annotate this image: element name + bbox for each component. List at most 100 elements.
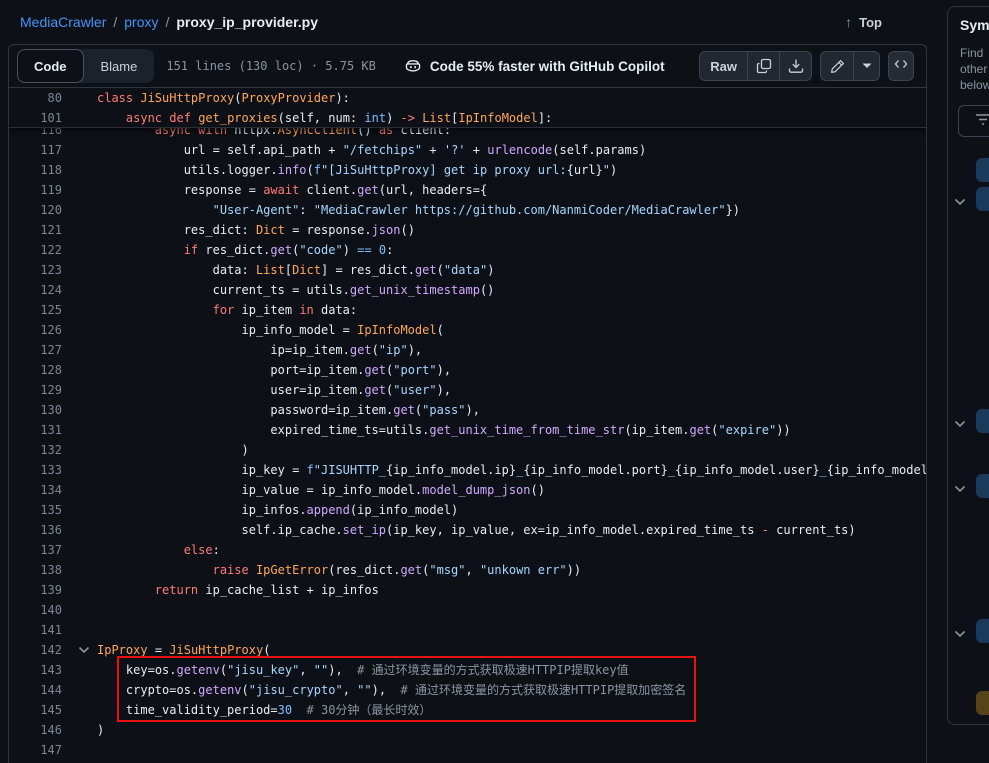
chevron-down-icon[interactable] [954, 193, 966, 211]
line-number[interactable]: 119 [9, 180, 71, 200]
symbol-kind-badge[interactable] [976, 187, 989, 211]
symbol-tree-row [948, 474, 989, 498]
code-token: time_validity_period [97, 703, 270, 717]
collapse-spacer [71, 260, 97, 280]
line-number[interactable]: 123 [9, 260, 71, 280]
line-number[interactable]: 135 [9, 500, 71, 520]
symbol-kind-badge[interactable] [976, 158, 989, 182]
copy-raw-button[interactable] [747, 52, 779, 80]
line-number[interactable]: 145 [9, 700, 71, 720]
symbols-filter-button[interactable] [958, 105, 989, 137]
copilot-banner[interactable]: Code 55% faster with GitHub Copilot [404, 57, 665, 75]
code-token: ip_infos. [97, 503, 307, 517]
line-number[interactable]: 144 [9, 680, 71, 700]
symbol-kind-badge[interactable] [976, 474, 989, 498]
breadcrumb-folder-link[interactable]: proxy [124, 14, 158, 30]
code-line: 117 url = self.api_path + "/fetchips" + … [9, 140, 926, 160]
code-line: 129 user=ip_item.get("user"), [9, 380, 926, 400]
code-token: model_dump_json [422, 483, 530, 497]
chevron-down-icon[interactable] [954, 415, 966, 433]
code-text: if res_dict.get("code") == 0: [97, 240, 393, 260]
code-token: ProxyProvider [242, 91, 336, 105]
code-token: IpInfoModel [458, 111, 537, 125]
line-number[interactable]: 124 [9, 280, 71, 300]
download-raw-button[interactable] [779, 52, 811, 80]
code-token: "msg" [429, 563, 465, 577]
line-number[interactable]: 127 [9, 340, 71, 360]
line-number[interactable]: 136 [9, 520, 71, 540]
code-line: 101 async def get_proxies(self, num: int… [9, 108, 926, 128]
line-number[interactable]: 126 [9, 320, 71, 340]
code-token: async [126, 111, 162, 125]
code-token [335, 143, 342, 157]
chevron-down-icon[interactable] [954, 480, 966, 498]
line-number[interactable]: 138 [9, 560, 71, 580]
back-to-top-button[interactable]: ↑ Top [837, 10, 890, 34]
line-number[interactable]: 130 [9, 400, 71, 420]
code-token: 30 [278, 703, 292, 717]
line-number[interactable]: 147 [9, 740, 71, 760]
symbol-kind-badge[interactable] [976, 409, 989, 433]
code-token: os. [155, 663, 177, 677]
line-number[interactable]: 129 [9, 380, 71, 400]
edit-file-button[interactable] [821, 52, 853, 80]
line-number[interactable]: 146 [9, 720, 71, 740]
code-token: client. [299, 183, 357, 197]
symbols-panel-toggle-button[interactable] [888, 51, 914, 81]
chevron-down-icon[interactable] [954, 625, 966, 643]
tab-code[interactable]: Code [17, 49, 84, 83]
line-number[interactable]: 125 [9, 300, 71, 320]
code-token: {ip_info_model.ip} [386, 463, 516, 477]
code-token: if [184, 243, 198, 257]
code-line: 141 [9, 620, 926, 640]
collapse-toggle[interactable] [71, 640, 97, 660]
code-token: def [169, 111, 191, 125]
code-token: ) [97, 723, 104, 737]
code-token: = [335, 263, 342, 277]
line-number[interactable]: 134 [9, 480, 71, 500]
code-token: )) [776, 423, 790, 437]
edit-dropdown-button[interactable] [853, 52, 879, 80]
arrow-up-icon: ↑ [845, 14, 852, 30]
line-number[interactable]: 131 [9, 420, 71, 440]
code-text: ip_key = f"JISUHTTP_{ip_info_model.ip}_{… [97, 460, 926, 480]
line-number[interactable]: 121 [9, 220, 71, 240]
line-number[interactable]: 132 [9, 440, 71, 460]
line-number[interactable]: 139 [9, 580, 71, 600]
line-number[interactable]: 120 [9, 200, 71, 220]
line-number[interactable]: 143 [9, 660, 71, 680]
collapse-spacer [71, 340, 97, 360]
line-number[interactable]: 118 [9, 160, 71, 180]
breadcrumb-repo-link[interactable]: MediaCrawler [20, 14, 106, 30]
line-number[interactable]: 141 [9, 620, 71, 640]
code-token: getenv [177, 663, 220, 677]
line-number[interactable]: 128 [9, 360, 71, 380]
line-number[interactable]: 142 [9, 640, 71, 660]
raw-button[interactable]: Raw [700, 52, 747, 80]
code-token: ), [372, 683, 401, 697]
code-token: "jisu_key" [227, 663, 299, 677]
edit-button-group [820, 51, 880, 81]
line-number[interactable]: 101 [9, 108, 71, 128]
code-token: get [689, 423, 711, 437]
code-token: res_dict: [97, 223, 256, 237]
line-number[interactable]: 140 [9, 600, 71, 620]
line-number[interactable]: 133 [9, 460, 71, 480]
code-token: ) [610, 163, 617, 177]
line-number[interactable]: 137 [9, 540, 71, 560]
symbol-kind-badge[interactable] [976, 691, 989, 715]
collapse-spacer [71, 240, 97, 260]
line-number[interactable]: 80 [9, 88, 71, 108]
code-token: os. [176, 683, 198, 697]
line-number[interactable]: 117 [9, 140, 71, 160]
code-token: ip [97, 343, 285, 357]
code-token: response. [299, 223, 371, 237]
code-token: expired_time_ts [97, 423, 379, 437]
code-text: port=ip_item.get("port"), [97, 360, 451, 380]
symbol-kind-badge[interactable] [976, 619, 989, 643]
line-number[interactable]: 122 [9, 240, 71, 260]
file-meta-info: 151 lines (130 loc) · 5.75 KB [166, 59, 376, 73]
code-token: () [400, 223, 414, 237]
tab-blame[interactable]: Blame [84, 49, 155, 83]
code-token: "ip" [379, 343, 408, 357]
